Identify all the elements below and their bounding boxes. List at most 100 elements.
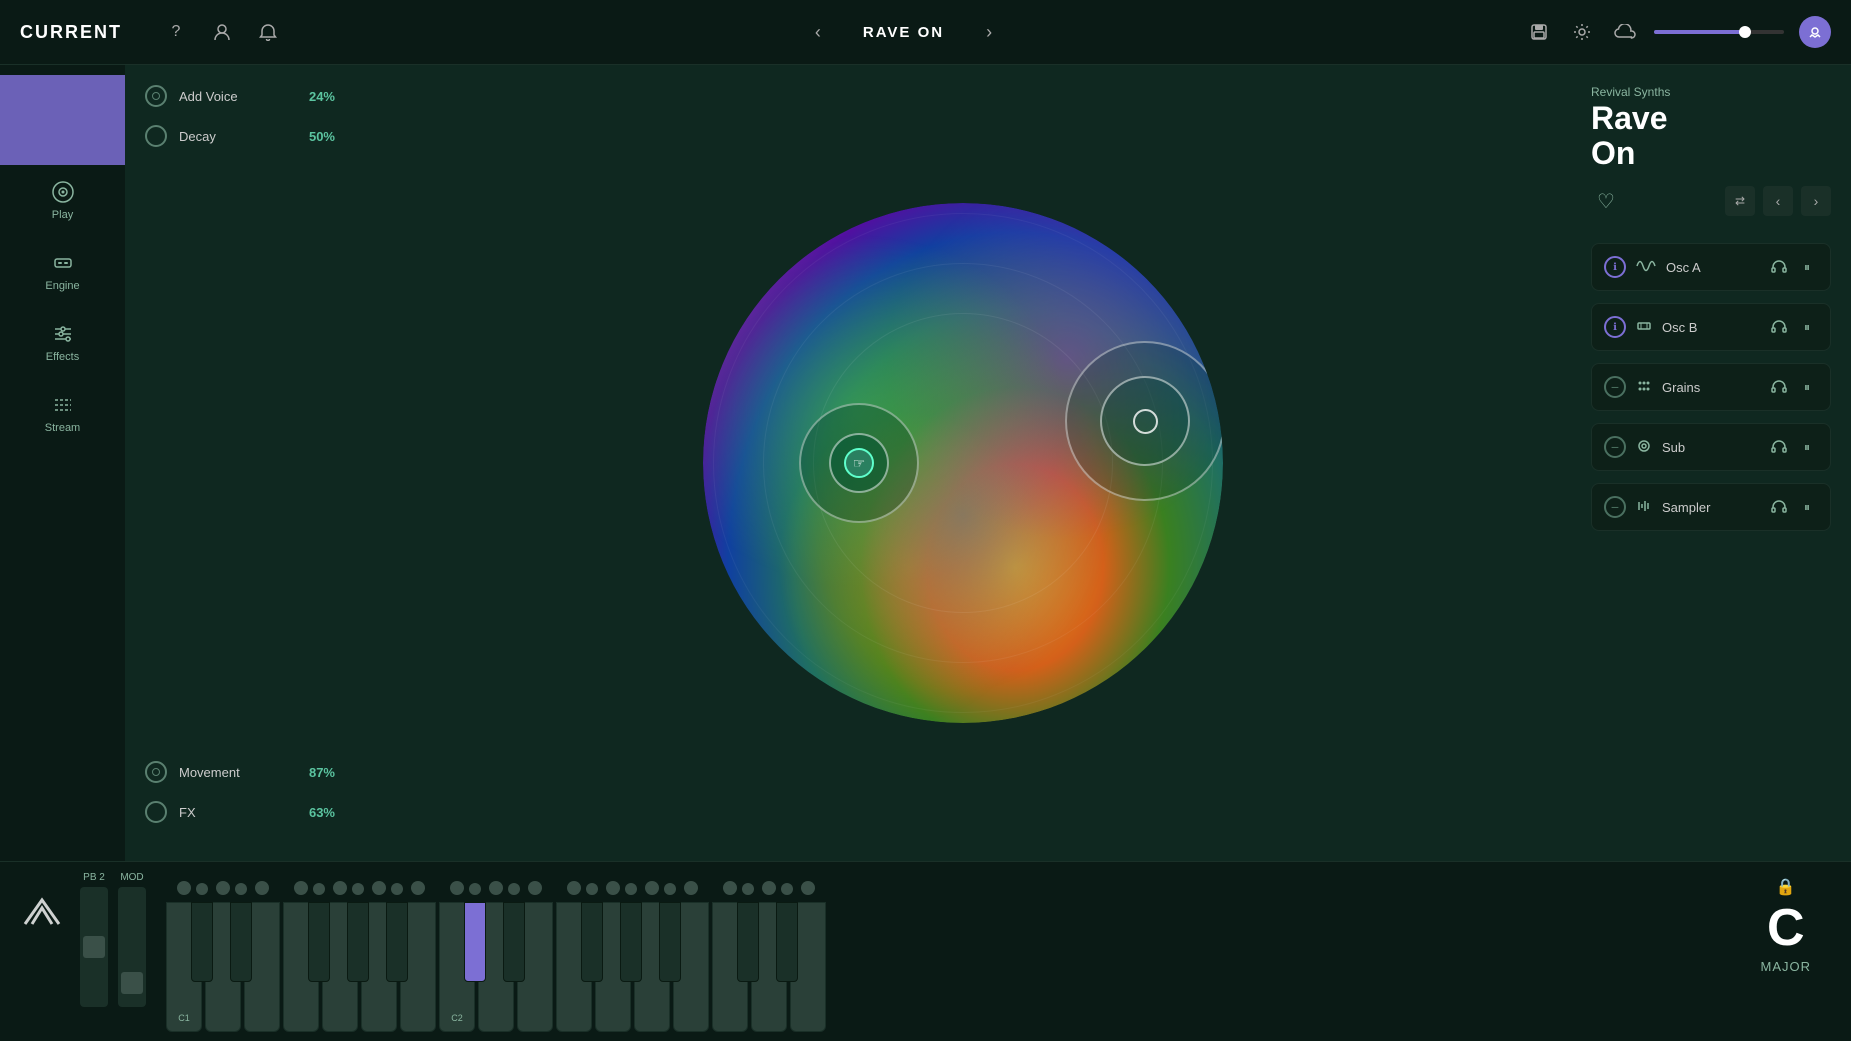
sampler-headphone-button[interactable] (1768, 496, 1790, 518)
bell-icon[interactable] (254, 18, 282, 46)
key-label-C1: C1 (178, 1013, 190, 1023)
osc-a-power-button[interactable]: ℹ (1604, 256, 1626, 278)
sub-power-button[interactable]: − (1604, 436, 1626, 458)
shuffle-button[interactable]: ⇄ (1725, 186, 1755, 216)
key-dot-B2 (684, 881, 698, 895)
key-note: C (1767, 902, 1805, 954)
osc-a-headphone-button[interactable] (1768, 256, 1790, 278)
sidebar-thumbnail[interactable] (0, 75, 125, 165)
add-voice-control[interactable]: Add Voice 24% (145, 85, 335, 107)
key-D#1[interactable] (230, 902, 252, 982)
cloud-icon[interactable] (1611, 18, 1639, 46)
volume-slider[interactable] (1654, 30, 1784, 34)
decay-control[interactable]: Decay 50% (145, 125, 335, 147)
osc-a-pause-button[interactable]: ⏸ (1796, 256, 1818, 278)
grains-pause-button[interactable]: ⏸ (1796, 376, 1818, 398)
fx-control[interactable]: FX 63% (145, 801, 335, 823)
movement-value: 87% (309, 765, 335, 780)
bottom-controls: Movement 87% FX 63% (145, 761, 335, 841)
sub-headphone-button[interactable] (1768, 436, 1790, 458)
key-A#2[interactable] (659, 902, 681, 982)
stream-icon (51, 393, 75, 417)
source-osc-a: ℹ Osc A ⏸ (1591, 243, 1831, 291)
decay-value: 50% (309, 129, 335, 144)
sidebar-item-effects[interactable]: Effects (0, 307, 125, 378)
fx-circle (145, 801, 167, 823)
key-dot-G#1 (352, 883, 364, 895)
right-panel: Revival Synths Rave On ♡ ⇄ ‹ › ℹ Osc A (1571, 65, 1851, 861)
sampler-icon (1636, 499, 1652, 516)
osc-b-power-button[interactable]: ℹ (1604, 316, 1626, 338)
key-dot-G2 (606, 881, 620, 895)
user-avatar[interactable] (1799, 16, 1831, 48)
add-voice-label: Add Voice (179, 89, 297, 104)
key-dot-G1 (333, 881, 347, 895)
bottom-area: PB 2 MOD C1C2 🔒 C MAJOR (0, 861, 1851, 1041)
grains-headphone-button[interactable] (1768, 376, 1790, 398)
preset-name: Rave On (1591, 101, 1831, 171)
center-area: ☞ (355, 65, 1571, 861)
pb-label: PB 2 (83, 872, 105, 883)
key-label-C2: C2 (451, 1013, 463, 1023)
next-track-button[interactable]: › (974, 17, 1004, 47)
fx-label: FX (179, 805, 297, 820)
help-icon[interactable]: ? (162, 18, 190, 46)
sampler-power-button[interactable]: − (1604, 496, 1626, 518)
preset-next-button[interactable]: › (1801, 186, 1831, 216)
key-G#1[interactable] (347, 902, 369, 982)
engine-label: Engine (45, 280, 79, 292)
bottom-right: 🔒 C MAJOR (1741, 862, 1832, 989)
key-G#2[interactable] (620, 902, 642, 982)
osc-a-label: Osc A (1666, 260, 1758, 275)
sidebar-item-play[interactable]: Play (0, 165, 125, 236)
mod-slider[interactable] (118, 887, 146, 1007)
sidebar-item-stream[interactable]: Stream (0, 378, 125, 449)
osc-a-actions: ⏸ (1768, 256, 1818, 278)
key-C#1[interactable] (191, 902, 213, 982)
decay-label: Decay (179, 129, 297, 144)
user-icon[interactable] (208, 18, 236, 46)
disc-orb-left[interactable]: ☞ (799, 403, 919, 523)
effects-icon (51, 322, 75, 346)
key-D#3[interactable] (776, 902, 798, 982)
disc-orb-right[interactable] (1065, 341, 1223, 501)
key-dot-D3 (762, 881, 776, 895)
save-icon[interactable] (1525, 18, 1553, 46)
key-D#2[interactable] (503, 902, 525, 982)
preset-controls: ♡ ⇄ ‹ › (1591, 186, 1831, 216)
sampler-actions: ⏸ (1768, 496, 1818, 518)
orb-center-right (1133, 409, 1158, 434)
left-controls: Add Voice 24% Decay 50% Movement 87% FX … (125, 65, 355, 861)
osc-b-headphone-button[interactable] (1768, 316, 1790, 338)
sidebar-item-engine[interactable]: Engine (0, 236, 125, 307)
key-dot-E1 (255, 881, 269, 895)
left-sidebar: Play Engine Effects Stream (0, 65, 125, 861)
key-F#1[interactable] (308, 902, 330, 982)
sub-label: Sub (1662, 440, 1758, 455)
movement-control[interactable]: Movement 87% (145, 761, 335, 783)
key-C#2[interactable] (464, 902, 486, 982)
sampler-pause-button[interactable]: ⏸ (1796, 496, 1818, 518)
key-C#3[interactable] (737, 902, 759, 982)
key-A#1[interactable] (386, 902, 408, 982)
main-area: Add Voice 24% Decay 50% Movement 87% FX … (125, 65, 1851, 861)
sub-actions: ⏸ (1768, 436, 1818, 458)
settings-icon[interactable] (1568, 18, 1596, 46)
sub-pause-button[interactable]: ⏸ (1796, 436, 1818, 458)
top-bar-left-icons: ? (162, 18, 282, 46)
osc-b-pause-button[interactable]: ⏸ (1796, 316, 1818, 338)
disc-background: ☞ (703, 203, 1223, 723)
movement-circle (145, 761, 167, 783)
prev-track-button[interactable]: ‹ (803, 17, 833, 47)
key-F#2[interactable] (581, 902, 603, 982)
key-dot-A#1 (391, 883, 403, 895)
decay-circle (145, 125, 167, 147)
play-label: Play (52, 209, 73, 221)
pb-slider[interactable] (80, 887, 108, 1007)
piano-keys: C1 C2 (166, 882, 829, 1032)
top-bar: CURRENT ? ‹ RAVE ON › (0, 0, 1851, 65)
grains-power-button[interactable]: − (1604, 376, 1626, 398)
preset-prev-button[interactable]: ‹ (1763, 186, 1793, 216)
favorite-button[interactable]: ♡ (1591, 186, 1621, 216)
disc-visualizer[interactable]: ☞ (703, 203, 1223, 723)
